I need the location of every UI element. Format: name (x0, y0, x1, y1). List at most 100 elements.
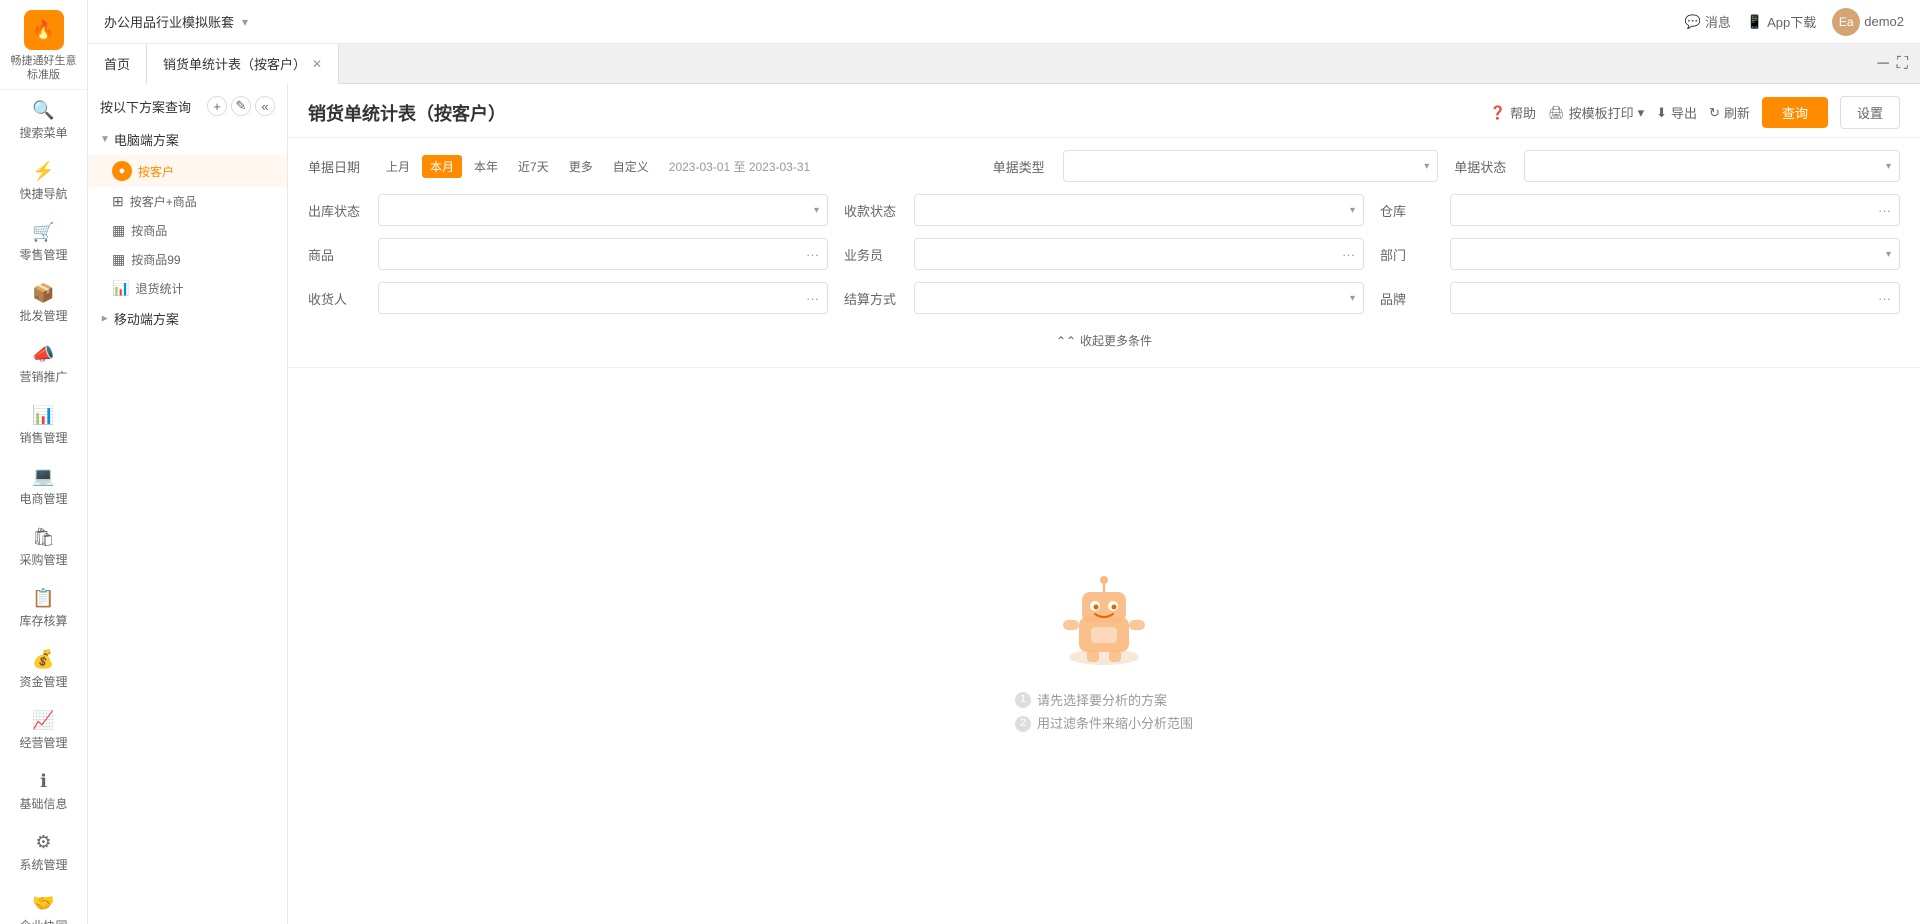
date-tab-more[interactable]: 更多 (561, 155, 601, 178)
sidebar-item-marketing[interactable]: 📣 营销推广 (0, 334, 87, 395)
sidebar-item-label-quick-nav: 快捷导航 (19, 185, 67, 202)
sales-icon: 📊 (32, 405, 54, 426)
department-arrow-icon: ▾ (1886, 249, 1891, 260)
goods-icon: ▦ (112, 222, 125, 239)
scheme-by-goods-label: 按商品 (131, 222, 167, 239)
export-btn[interactable]: ⬇ 导出 (1656, 103, 1697, 122)
date-tab-this-month[interactable]: 本月 (422, 155, 462, 178)
tip-num-2: 2 (1015, 716, 1031, 732)
date-tab-custom[interactable]: 自定义 (605, 155, 657, 178)
collapse-filter-btn[interactable]: ⌃⌃ 收起更多条件 (1050, 326, 1158, 355)
active-scheme-indicator: ● (112, 161, 132, 181)
payment-control[interactable]: ▾ (914, 282, 1364, 314)
tab-fullscreen-icon[interactable]: ⛶ (1897, 55, 1908, 73)
collapse-panel-btn[interactable]: « (255, 96, 275, 116)
warehouse-dots-icon: ··· (1878, 203, 1891, 218)
refresh-btn[interactable]: ↻ 刷新 (1709, 103, 1750, 122)
tab-minimize-icon[interactable]: ─ (1877, 55, 1888, 73)
mobile-arrow-icon: ▼ (99, 314, 110, 324)
sidebar: 🔥 畅捷通好生意 标准版 🔍 搜索菜单 ⚡ 快捷导航 🛒 零售管理 📦 批发管理… (0, 0, 88, 924)
mobile-section-header[interactable]: ▼ 移动端方案 (88, 303, 287, 334)
template-print-btn[interactable]: 🖨 按模板打印 ▾ (1548, 103, 1644, 122)
sidebar-item-purchase[interactable]: 🛍 采购管理 (0, 517, 87, 578)
sidebar-item-label-ecommerce: 电商管理 (19, 490, 67, 507)
sidebar-item-enterprise[interactable]: 🤝 企业协同 (0, 883, 87, 924)
page-title: 销货单统计表（按客户） (308, 100, 506, 126)
warehouse-control[interactable]: ··· (1450, 194, 1900, 226)
date-tab-last-month[interactable]: 上月 (378, 155, 418, 178)
help-btn[interactable]: ❓ 帮助 (1490, 103, 1536, 122)
left-panel: 按以下方案查询 + ✎ « ▼ 电脑端方案 ● 按客户 ⊞ 按客户+商品 ▦ (88, 84, 288, 924)
topbar: 办公用品行业模拟账套 ▾ 💬 消息 📱 App下载 Ea demo2 (88, 0, 1920, 44)
sidebar-item-basic[interactable]: ℹ 基础信息 (0, 761, 87, 822)
doc-status-label: 单据状态 (1454, 157, 1524, 176)
payment-filter-item: 结算方式 ▾ (844, 282, 1364, 314)
department-label: 部门 (1380, 245, 1450, 264)
sidebar-item-ecommerce[interactable]: 💻 电商管理 (0, 456, 87, 517)
tab-home[interactable]: 首页 (88, 44, 147, 84)
salesperson-control[interactable]: ··· (914, 238, 1364, 270)
receiver-control[interactable]: ··· (378, 282, 828, 314)
sidebar-item-label-system: 系统管理 (19, 856, 67, 873)
doc-type-arrow-icon: ▾ (1424, 161, 1429, 172)
out-status-filter-item: 出库状态 ▾ (308, 194, 828, 226)
doc-status-arrow-icon: ▾ (1886, 161, 1891, 172)
sidebar-item-retail[interactable]: 🛒 零售管理 (0, 212, 87, 273)
brand-filter-item: 品牌 ··· (1380, 282, 1900, 314)
logo-icon: 🔥 (24, 10, 64, 50)
empty-state: 1 请先选择要分析的方案 2 用过滤条件来缩小分析范围 (288, 368, 1920, 924)
scheme-by-customer-goods-label: 按客户+商品 (130, 193, 197, 210)
scheme-by-customer[interactable]: ● 按客户 (88, 155, 287, 187)
sidebar-item-system[interactable]: ⚙ 系统管理 (0, 822, 87, 883)
out-status-control[interactable]: ▾ (378, 194, 828, 226)
receipt-status-filter-item: 收款状态 ▾ (844, 194, 1364, 226)
desktop-section-label: 电脑端方案 (114, 130, 179, 149)
sidebar-item-quick-nav[interactable]: ⚡ 快捷导航 (0, 151, 87, 212)
sidebar-item-inventory[interactable]: 📋 库存核算 (0, 578, 87, 639)
date-tab-this-year[interactable]: 本年 (466, 155, 506, 178)
sidebar-item-label-finance: 资金管理 (19, 673, 67, 690)
receipt-status-label: 收款状态 (844, 201, 914, 220)
add-scheme-btn[interactable]: + (207, 96, 227, 116)
scheme-by-goods[interactable]: ▦ 按商品 (88, 216, 287, 245)
marketing-icon: 📣 (32, 344, 54, 365)
scheme-return-stat[interactable]: 📊 退货统计 (88, 274, 287, 303)
sidebar-item-search[interactable]: 🔍 搜索菜单 (0, 90, 87, 151)
industry-dropdown[interactable]: ▾ (242, 15, 248, 29)
scheme-by-customer-goods[interactable]: ⊞ 按客户+商品 (88, 187, 287, 216)
username: demo2 (1864, 14, 1904, 29)
query-button[interactable]: 查询 (1762, 97, 1828, 128)
scheme-by-goods-99[interactable]: ▦ 按商品99 (88, 245, 287, 274)
empty-tips: 1 请先选择要分析的方案 2 用过滤条件来缩小分析范围 (1015, 689, 1193, 736)
app-download-btn[interactable]: 📱 App下载 (1747, 12, 1816, 31)
department-control[interactable]: ▾ (1450, 238, 1900, 270)
date-tab-last-7-days[interactable]: 近7天 (510, 155, 557, 178)
goods-control[interactable]: ··· (378, 238, 828, 270)
settings-button[interactable]: 设置 (1840, 96, 1900, 129)
sidebar-item-sales[interactable]: 📊 销售管理 (0, 395, 87, 456)
filter-area: 单据日期 上月 本月 本年 近7天 更多 自定义 2023-03-01 至 20… (288, 138, 1920, 368)
main-area: 办公用品行业模拟账套 ▾ 💬 消息 📱 App下载 Ea demo2 首页 销货… (88, 0, 1920, 924)
sidebar-item-operation[interactable]: 📈 经营管理 (0, 700, 87, 761)
retail-icon: 🛒 (32, 222, 54, 243)
out-status-label: 出库状态 (308, 201, 378, 220)
tab-sales-stat[interactable]: 销货单统计表（按客户） ✕ (147, 44, 339, 84)
desktop-section-header[interactable]: ▼ 电脑端方案 (88, 124, 287, 155)
sidebar-item-finance[interactable]: 💰 资金管理 (0, 639, 87, 700)
message-icon: 💬 (1685, 14, 1701, 30)
edit-scheme-btn[interactable]: ✎ (231, 96, 251, 116)
doc-type-control[interactable]: ▾ (1063, 150, 1439, 182)
sidebar-item-wholesale[interactable]: 📦 批发管理 (0, 273, 87, 334)
empty-illustration (1044, 557, 1164, 677)
doc-status-control[interactable]: ▾ (1524, 150, 1900, 182)
tab-close-icon[interactable]: ✕ (312, 57, 322, 71)
scheme-return-stat-label: 退货统计 (135, 280, 183, 297)
receipt-status-control[interactable]: ▾ (914, 194, 1364, 226)
user-area[interactable]: Ea demo2 (1832, 8, 1904, 36)
content-area: 按以下方案查询 + ✎ « ▼ 电脑端方案 ● 按客户 ⊞ 按客户+商品 ▦ (88, 84, 1920, 924)
ecommerce-icon: 💻 (32, 466, 54, 487)
salesperson-label: 业务员 (844, 245, 914, 264)
brand-control[interactable]: ··· (1450, 282, 1900, 314)
message-btn[interactable]: 💬 消息 (1685, 12, 1731, 31)
receiver-label: 收货人 (308, 289, 378, 308)
